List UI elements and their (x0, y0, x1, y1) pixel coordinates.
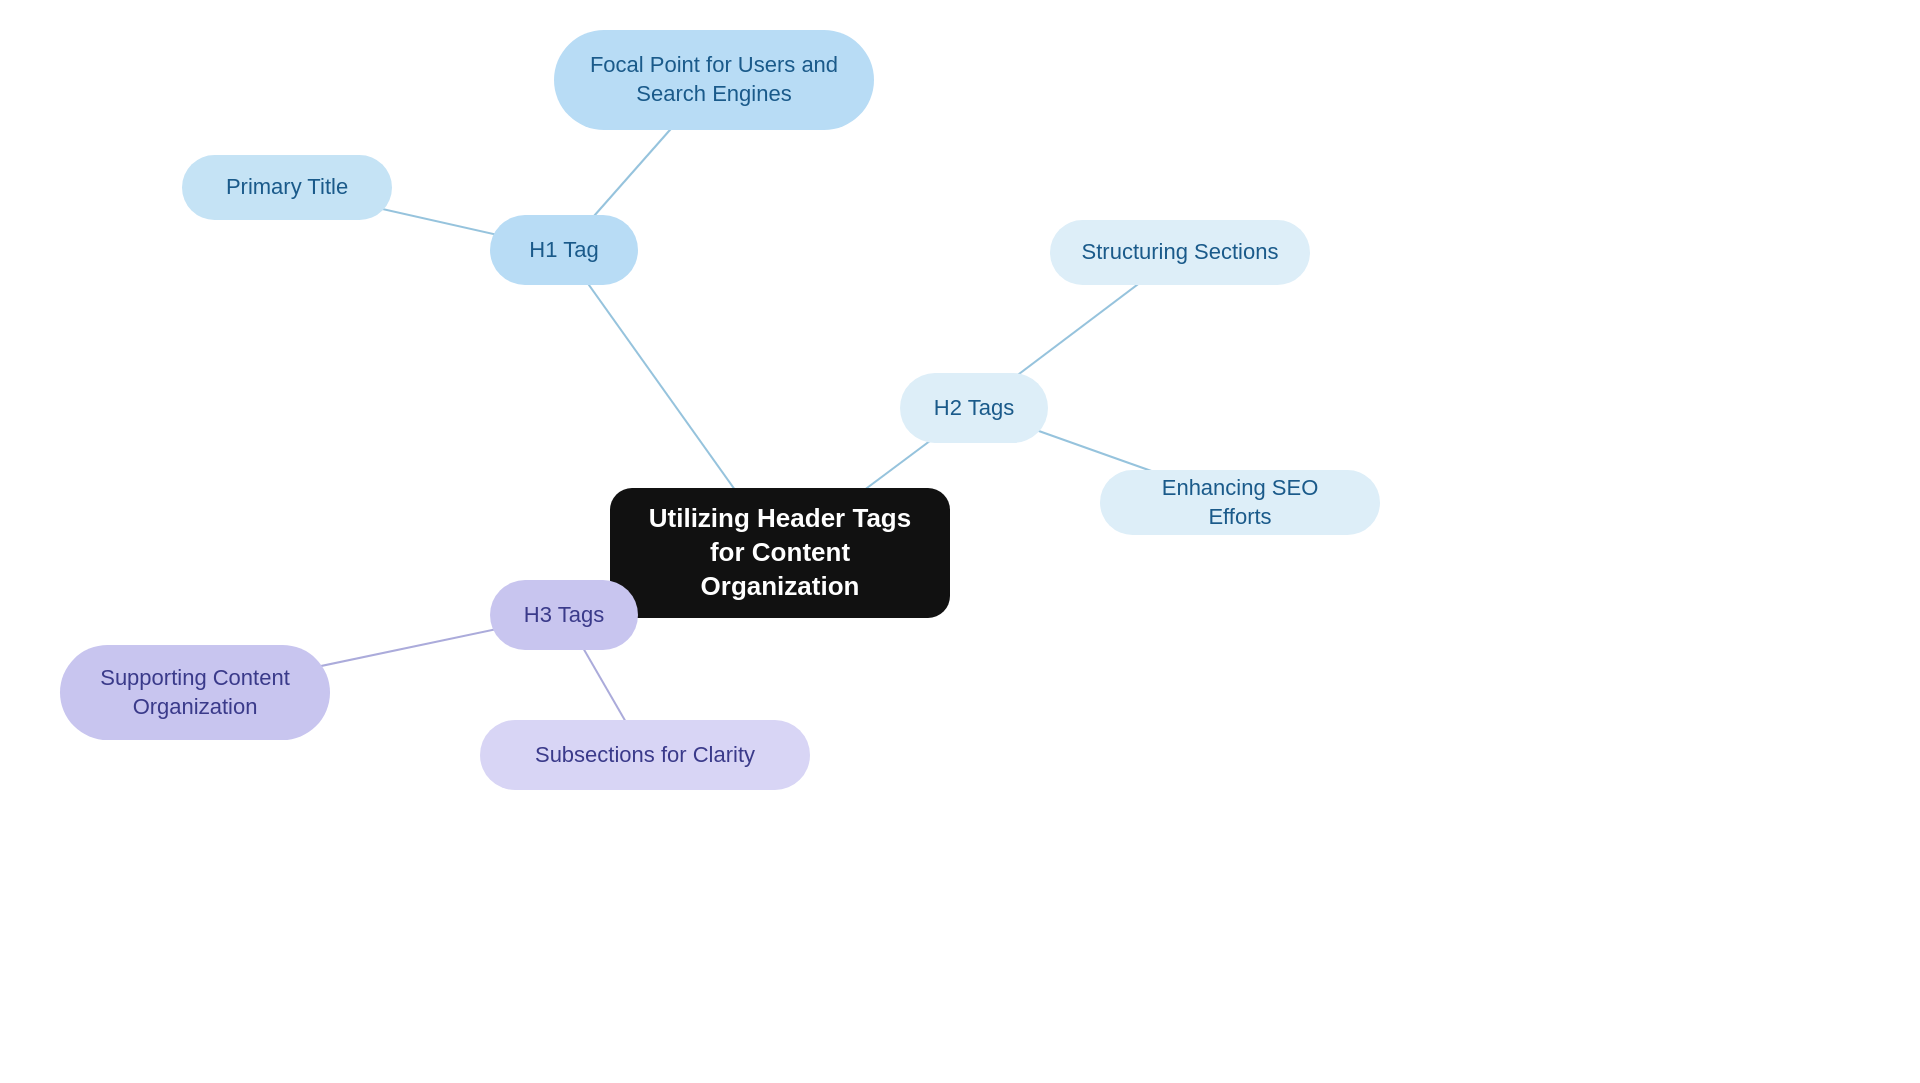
h2-tags-node: H2 Tags (900, 373, 1048, 443)
focal-point-node: Focal Point for Users and Search Engines (554, 30, 874, 130)
structuring-sections-node: Structuring Sections (1050, 220, 1310, 285)
center-node: Utilizing Header Tags for Content Organi… (610, 488, 950, 618)
subsections-clarity-node: Subsections for Clarity (480, 720, 810, 790)
enhancing-seo-node: Enhancing SEO Efforts (1100, 470, 1380, 535)
primary-title-node: Primary Title (182, 155, 392, 220)
supporting-content-node: Supporting Content Organization (60, 645, 330, 740)
h3-tags-node: H3 Tags (490, 580, 638, 650)
h1-tag-node: H1 Tag (490, 215, 638, 285)
